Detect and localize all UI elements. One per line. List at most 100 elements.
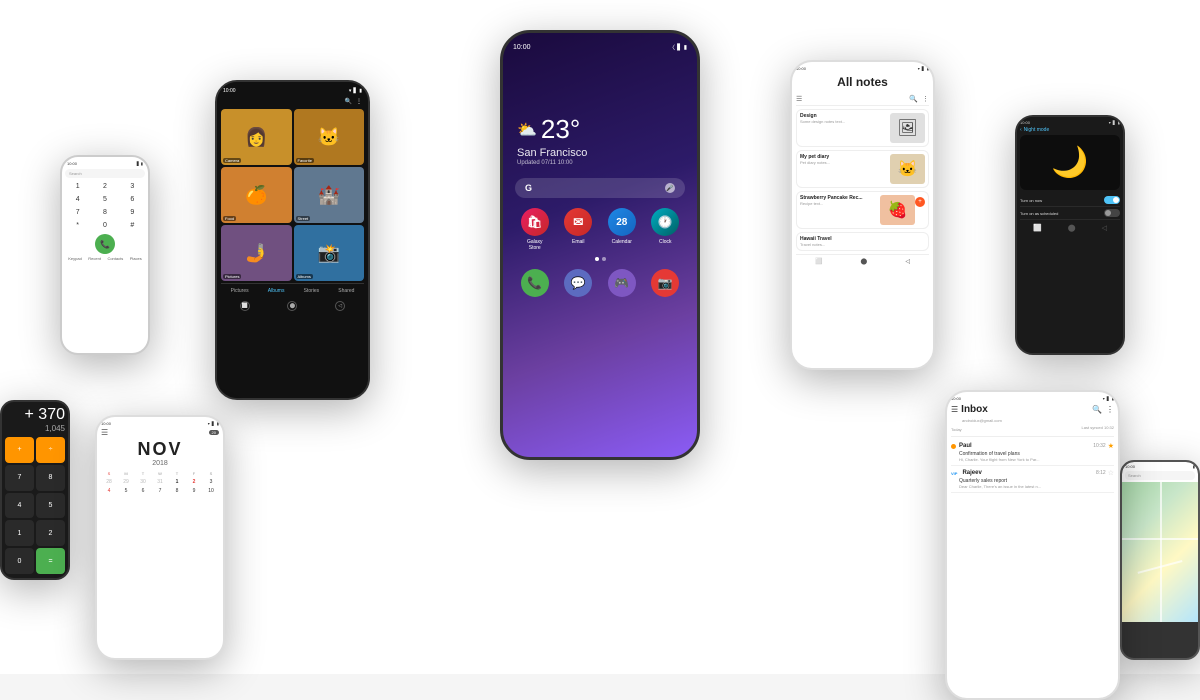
app-row-1: 🛍 GalaxyStore ✉ Email 28 Calendar 🕐 Cloc…	[509, 208, 691, 251]
night-back-nav[interactable]: ‹ Night mode	[1020, 127, 1120, 133]
nav-home-btn[interactable]: ⬤	[287, 301, 297, 311]
notes-search-icon[interactable]: 🔍	[909, 95, 918, 103]
night-nav-recent[interactable]: ◁	[1102, 224, 1107, 232]
dialer-key-0[interactable]: 0	[92, 220, 117, 231]
cal-day-1[interactable]: 1	[169, 478, 185, 486]
messages-app-icon[interactable]: 💬	[564, 269, 592, 297]
gallery-cell-favorite[interactable]: 🐱 Favorite	[294, 109, 365, 165]
notes-menu-icon[interactable]: ☰	[796, 95, 802, 103]
call-button[interactable]: 📞	[95, 234, 115, 254]
cal-day-10[interactable]: 10	[203, 487, 219, 495]
notes-nav-recent[interactable]: ◁	[905, 258, 910, 265]
inbox-menu-icon[interactable]: ☰	[951, 405, 958, 414]
notes-card-hawaii[interactable]: Hawaii Travel Travel notes...	[796, 232, 929, 251]
nav-back-btn[interactable]: ⬜	[240, 301, 250, 311]
dialer-key-4[interactable]: 4	[65, 194, 90, 205]
gallery-cell-street[interactable]: 🏰 Street	[294, 167, 365, 223]
notes-nav-back[interactable]: ⬜	[815, 258, 822, 265]
games-app-icon[interactable]: 🎮	[608, 269, 636, 297]
inbox-email-paul[interactable]: Paul 10:32 ★ Confirmation of travel plan…	[951, 439, 1114, 466]
calendar-app-icon[interactable]: 28 Calendar	[608, 208, 636, 251]
night-toggle-scheduled-switch[interactable]	[1104, 209, 1120, 217]
cal-day-6[interactable]: 6	[135, 487, 151, 495]
calc-result: + 370	[5, 406, 65, 424]
calc-btn-7[interactable]: 7	[5, 465, 34, 491]
gallery-wifi: ▾	[349, 88, 352, 94]
gallery-cell-food[interactable]: 🍊 Food	[221, 167, 292, 223]
cal-day-3[interactable]: 3	[203, 478, 219, 486]
dialer-key-6[interactable]: 6	[120, 194, 145, 205]
notes-add-badge: +	[915, 197, 925, 207]
calc-btn-1[interactable]: 1	[5, 520, 34, 546]
tab-shared[interactable]: Shared	[338, 288, 354, 294]
email-app-icon[interactable]: ✉ Email	[564, 208, 592, 251]
calc-btn-minus[interactable]: ÷	[36, 437, 65, 463]
dialer-key-7[interactable]: 7	[65, 207, 90, 218]
inbox-star-rajeev[interactable]: ☆	[1108, 469, 1114, 477]
cal-day-9[interactable]: 9	[186, 487, 202, 495]
cal-day-4[interactable]: 4	[101, 487, 117, 495]
cal-signal: ▋	[212, 421, 215, 426]
notes-card-pancake[interactable]: + 🍓 Strawberry Pancake Rec... Recipe tex…	[796, 191, 929, 229]
night-nav-home[interactable]: ⬤	[1068, 224, 1076, 232]
inbox-email-rajeev[interactable]: VIP Rajeev 8:12 ☆ Quarterly sales report…	[951, 466, 1114, 493]
calc-btn-plus[interactable]: +	[5, 437, 34, 463]
inbox-star-paul[interactable]: ★	[1108, 442, 1114, 450]
tab-contacts[interactable]: Contacts	[107, 256, 123, 261]
calc-btn-4[interactable]: 4	[5, 493, 34, 519]
galaxy-store-icon[interactable]: 🛍 GalaxyStore	[521, 208, 549, 251]
cal-header-wed: W	[152, 470, 168, 477]
search-bar[interactable]: G 🎤	[515, 178, 685, 198]
night-label-now: Turn on now	[1020, 198, 1042, 203]
calc-btn-0[interactable]: 0	[5, 548, 34, 574]
notes-card-pet[interactable]: 🐱 My pet diary Pet diary notes...	[796, 150, 929, 188]
tab-albums[interactable]: Albums	[268, 288, 285, 294]
camera-app-icon[interactable]: 📷	[651, 269, 679, 297]
night-toggle-now-switch[interactable]	[1104, 196, 1120, 204]
gallery-search-icon[interactable]: 🔍	[345, 98, 352, 105]
maps-search-bar[interactable]: Search	[1125, 471, 1195, 480]
night-mode-title: Night mode	[1024, 127, 1050, 133]
calc-btn-equals[interactable]: =	[36, 548, 65, 574]
battery-icon: ▮	[684, 44, 687, 51]
dialer-key-9[interactable]: 9	[120, 207, 145, 218]
cal-day-5[interactable]: 5	[118, 487, 134, 495]
dialer-key-1[interactable]: 1	[65, 181, 90, 192]
notes-card-design[interactable]: 🖼 Design Some design notes text...	[796, 109, 929, 147]
cal-header-thu: T	[169, 470, 185, 477]
dialer-key-2[interactable]: 2	[92, 181, 117, 192]
dialer-key-5[interactable]: 5	[92, 194, 117, 205]
gallery-cell-albums[interactable]: 📸 Albums	[294, 225, 365, 281]
tab-recent[interactable]: Recent	[88, 256, 101, 261]
clock-app-icon[interactable]: 🕐 Clock	[651, 208, 679, 251]
dialer-time: 10:00	[67, 161, 77, 166]
dialer-key-star[interactable]: *	[65, 220, 90, 231]
dialer-key-3[interactable]: 3	[120, 181, 145, 192]
nav-recent-btn[interactable]: ◁	[335, 301, 345, 311]
tab-keypad[interactable]: Keypad	[68, 256, 82, 261]
cal-day-2[interactable]: 2	[186, 478, 202, 486]
gallery-more-icon[interactable]: ⋮	[356, 98, 362, 105]
inbox-preview-rajeev: Dear Charlie, There's an issue in the la…	[959, 484, 1114, 489]
inbox-search-icon[interactable]: 🔍	[1092, 405, 1102, 414]
dialer-search[interactable]: Search	[65, 169, 145, 178]
calc-btn-8[interactable]: 8	[36, 465, 65, 491]
notes-time: 10:00	[796, 66, 806, 71]
dialer-key-hash[interactable]: #	[120, 220, 145, 231]
tab-stories[interactable]: Stories	[304, 288, 320, 294]
calc-btn-2[interactable]: 2	[36, 520, 65, 546]
calendar-menu-icon[interactable]: ☰	[101, 428, 108, 437]
gallery-cell-camera[interactable]: 👩 Camera	[221, 109, 292, 165]
inbox-more-icon[interactable]: ⋮	[1106, 405, 1114, 414]
tab-places[interactable]: Places	[130, 256, 142, 261]
notes-nav-home[interactable]: ⬤	[861, 258, 868, 265]
night-nav-back[interactable]: ⬜	[1033, 224, 1042, 232]
notes-more-icon[interactable]: ⋮	[922, 95, 929, 103]
dialer-key-8[interactable]: 8	[92, 207, 117, 218]
cal-day-7[interactable]: 7	[152, 487, 168, 495]
tab-pictures[interactable]: Pictures	[231, 288, 249, 294]
calc-btn-5[interactable]: 5	[36, 493, 65, 519]
cal-day-8[interactable]: 8	[169, 487, 185, 495]
phone-app-icon[interactable]: 📞	[521, 269, 549, 297]
gallery-cell-pictures[interactable]: 🤳 Pictures	[221, 225, 292, 281]
